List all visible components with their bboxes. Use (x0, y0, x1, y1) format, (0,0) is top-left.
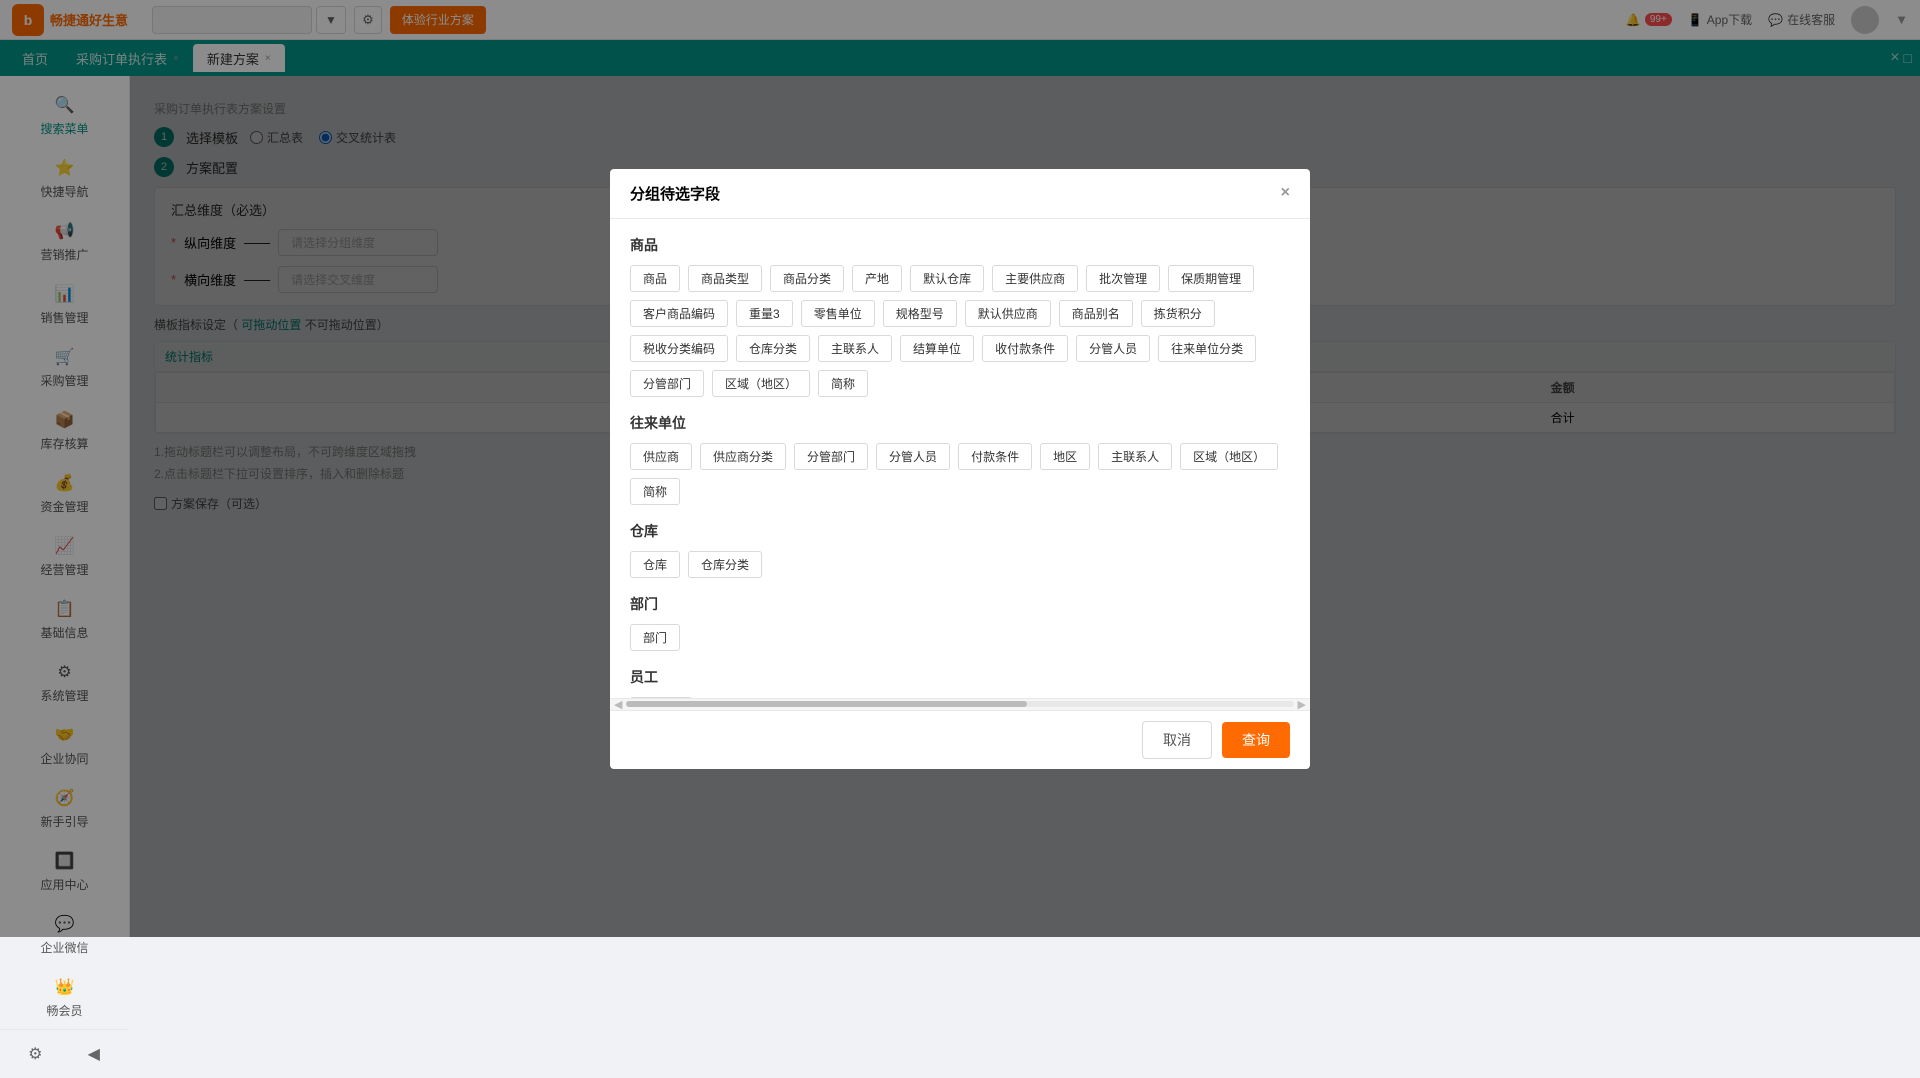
field-tag-partner-3[interactable]: 分管人员 (876, 443, 950, 470)
modal-close-button[interactable]: × (1281, 184, 1290, 202)
sidebar-item-member[interactable]: 👑 畅会员 (0, 966, 129, 1029)
field-tag-product-6[interactable]: 批次管理 (1086, 265, 1160, 292)
sidebar-label-member: 畅会员 (46, 1002, 82, 1019)
field-tag-partner-7[interactable]: 区域（地区） (1180, 443, 1278, 470)
field-group-employee: 员工 业务员 (630, 667, 1290, 698)
field-tag-product-7[interactable]: 保质期管理 (1168, 265, 1254, 292)
sidebar-settings-btn[interactable]: ⚙ (8, 1038, 63, 1070)
field-group-product: 商品 商品 商品类型 商品分类 产地 默认仓库 主要供应商 批次管理 保质期管理… (630, 235, 1290, 397)
field-tag-partner-2[interactable]: 分管部门 (794, 443, 868, 470)
field-group-warehouse: 仓库 仓库 仓库分类 (630, 521, 1290, 578)
field-tag-partner-0[interactable]: 供应商 (630, 443, 692, 470)
field-tag-product-24[interactable]: 简称 (818, 370, 868, 397)
field-tag-partner-4[interactable]: 付款条件 (958, 443, 1032, 470)
field-group-warehouse-title: 仓库 (630, 521, 1290, 541)
sidebar-bottom: ⚙ ◀ (0, 1029, 129, 1078)
field-tags-department: 部门 (630, 624, 1290, 651)
field-tag-product-13[interactable]: 商品别名 (1059, 300, 1133, 327)
field-group-product-title: 商品 (630, 235, 1290, 255)
field-tag-product-5[interactable]: 主要供应商 (992, 265, 1078, 292)
sidebar-collapse-btn[interactable]: ◀ (67, 1038, 122, 1070)
field-tag-product-16[interactable]: 仓库分类 (736, 335, 810, 362)
cancel-button[interactable]: 取消 (1142, 721, 1212, 759)
field-tag-warehouse-0[interactable]: 仓库 (630, 551, 680, 578)
field-tag-product-20[interactable]: 分管人员 (1076, 335, 1150, 362)
modal-dialog: 分组待选字段 × 商品 商品 商品类型 商品分类 产地 默认仓库 主要供应商 批… (610, 169, 1310, 769)
field-group-department-title: 部门 (630, 594, 1290, 614)
field-group-department: 部门 部门 (630, 594, 1290, 651)
field-tag-product-23[interactable]: 区域（地区） (712, 370, 810, 397)
modal-scrollbar-horizontal[interactable]: ◀ ▶ (610, 698, 1310, 710)
field-tag-product-15[interactable]: 税收分类编码 (630, 335, 728, 362)
field-tag-product-8[interactable]: 客户商品编码 (630, 300, 728, 327)
field-group-partner-title: 往来单位 (630, 413, 1290, 433)
scrollbar-track (626, 701, 1293, 707)
field-tag-partner-6[interactable]: 主联系人 (1098, 443, 1172, 470)
field-tag-product-12[interactable]: 默认供应商 (965, 300, 1051, 327)
field-group-partner: 往来单位 供应商 供应商分类 分管部门 分管人员 付款条件 地区 主联系人 区域… (630, 413, 1290, 505)
field-tag-partner-5[interactable]: 地区 (1040, 443, 1090, 470)
field-tag-product-1[interactable]: 商品类型 (688, 265, 762, 292)
field-tag-product-14[interactable]: 拣货积分 (1141, 300, 1215, 327)
scrollbar-thumb (626, 701, 1026, 707)
field-tag-product-21[interactable]: 往来单位分类 (1158, 335, 1256, 362)
field-tag-product-10[interactable]: 零售单位 (801, 300, 875, 327)
field-tag-product-3[interactable]: 产地 (852, 265, 902, 292)
modal-body: 商品 商品 商品类型 商品分类 产地 默认仓库 主要供应商 批次管理 保质期管理… (610, 219, 1310, 698)
modal-header: 分组待选字段 × (610, 169, 1310, 219)
field-tag-product-17[interactable]: 主联系人 (818, 335, 892, 362)
modal-title: 分组待选字段 (630, 183, 720, 204)
field-group-employee-title: 员工 (630, 667, 1290, 687)
field-tag-product-4[interactable]: 默认仓库 (910, 265, 984, 292)
field-tag-product-9[interactable]: 重量3 (736, 300, 793, 327)
field-tag-product-19[interactable]: 收付款条件 (982, 335, 1068, 362)
member-icon: 👑 (54, 976, 76, 998)
field-tag-product-2[interactable]: 商品分类 (770, 265, 844, 292)
field-tag-product-22[interactable]: 分管部门 (630, 370, 704, 397)
field-tags-warehouse: 仓库 仓库分类 (630, 551, 1290, 578)
field-tag-warehouse-1[interactable]: 仓库分类 (688, 551, 762, 578)
modal-overlay: 分组待选字段 × 商品 商品 商品类型 商品分类 产地 默认仓库 主要供应商 批… (0, 0, 1920, 937)
sidebar-label-wechat: 企业微信 (40, 939, 88, 956)
field-tag-product-18[interactable]: 结算单位 (900, 335, 974, 362)
field-tags-partner: 供应商 供应商分类 分管部门 分管人员 付款条件 地区 主联系人 区域（地区） … (630, 443, 1290, 505)
modal-footer: 取消 查询 (610, 710, 1310, 769)
field-tag-partner-8[interactable]: 简称 (630, 478, 680, 505)
field-tag-partner-1[interactable]: 供应商分类 (700, 443, 786, 470)
field-tag-product-0[interactable]: 商品 (630, 265, 680, 292)
field-tag-product-11[interactable]: 规格型号 (883, 300, 957, 327)
field-tags-product: 商品 商品类型 商品分类 产地 默认仓库 主要供应商 批次管理 保质期管理 客户… (630, 265, 1290, 397)
confirm-button[interactable]: 查询 (1222, 722, 1290, 758)
field-tag-department-0[interactable]: 部门 (630, 624, 680, 651)
